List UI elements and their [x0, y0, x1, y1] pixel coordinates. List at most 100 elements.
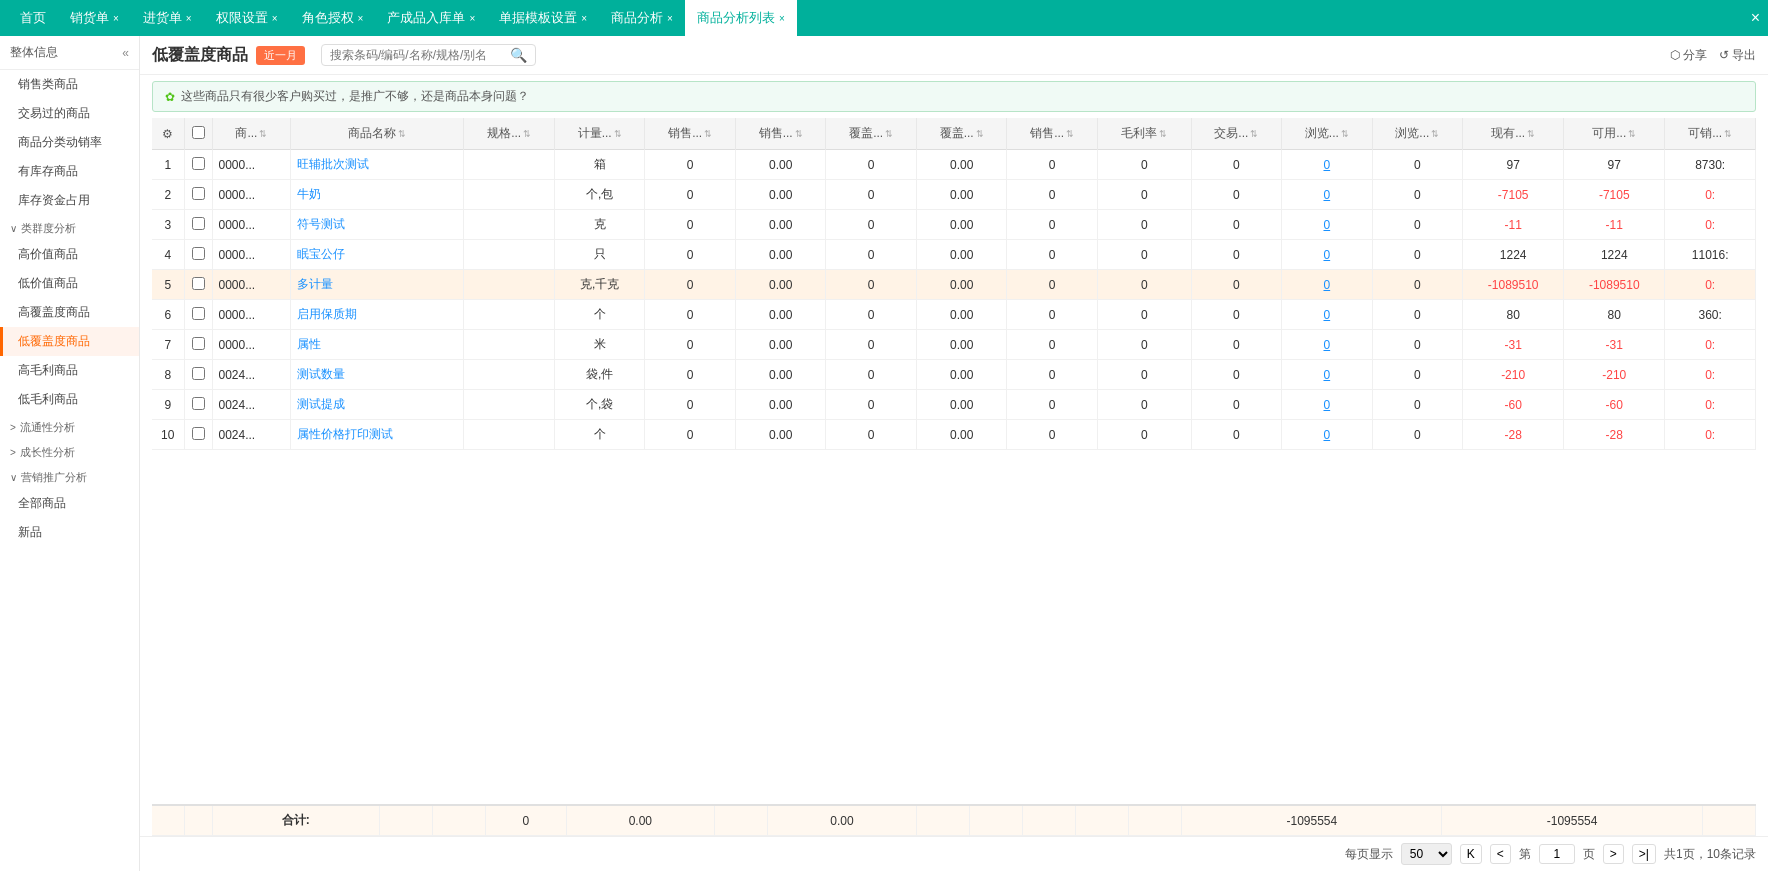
sidebar-item-traded-products[interactable]: 交易过的商品	[0, 99, 139, 128]
col-current-stock[interactable]: 现有...⇅	[1463, 118, 1564, 150]
tab-home[interactable]: 首页	[8, 0, 58, 36]
search-input[interactable]	[330, 48, 510, 62]
tab-product-analysis-list[interactable]: 商品分析列表×	[685, 0, 797, 36]
tab-sales-order[interactable]: 销货单×	[58, 0, 131, 36]
sidebar-item-stock-capital[interactable]: 库存资金占用	[0, 186, 139, 215]
row-checkbox[interactable]	[184, 240, 212, 270]
row-select-checkbox[interactable]	[192, 217, 205, 230]
close-tab-analysis[interactable]: ×	[667, 13, 673, 24]
row-select-checkbox[interactable]	[192, 367, 205, 380]
select-all-checkbox[interactable]	[192, 126, 205, 139]
close-tab-analysis-list[interactable]: ×	[779, 13, 785, 24]
tab-permissions[interactable]: 权限设置×	[204, 0, 290, 36]
row-browse1[interactable]: 0	[1282, 240, 1373, 270]
sidebar-group-cluster-analysis[interactable]: ∨ 类群度分析	[0, 215, 139, 240]
col-spec[interactable]: 规格...⇅	[464, 118, 555, 150]
row-browse1[interactable]: 0	[1282, 330, 1373, 360]
row-name[interactable]: 测试提成	[291, 390, 464, 420]
sidebar-item-stocked-products[interactable]: 有库存商品	[0, 157, 139, 186]
sidebar-item-category-rate[interactable]: 商品分类动销率	[0, 128, 139, 157]
row-select-checkbox[interactable]	[192, 397, 205, 410]
sidebar-group-marketing[interactable]: ∨ 营销推广分析	[0, 464, 139, 489]
row-browse1[interactable]: 0	[1282, 210, 1373, 240]
col-sales-amt[interactable]: 销售...⇅	[735, 118, 826, 150]
row-name[interactable]: 牛奶	[291, 180, 464, 210]
search-icon[interactable]: 🔍	[510, 47, 527, 63]
tab-product-inbound[interactable]: 产成品入库单×	[375, 0, 487, 36]
close-tab-sales[interactable]: ×	[113, 13, 119, 24]
col-trade[interactable]: 交易...⇅	[1191, 118, 1282, 150]
col-coverage1[interactable]: 覆盖...⇅	[826, 118, 917, 150]
sidebar-item-sales-products[interactable]: 销售类商品	[0, 70, 139, 99]
row-select-checkbox[interactable]	[192, 187, 205, 200]
col-settings[interactable]: ⚙	[152, 118, 184, 150]
row-checkbox[interactable]	[184, 210, 212, 240]
col-gross-margin[interactable]: 毛利率⇅	[1097, 118, 1191, 150]
sidebar-item-all-products[interactable]: 全部商品	[0, 489, 139, 518]
row-checkbox[interactable]	[184, 300, 212, 330]
page-size-select[interactable]: 50 20 100 200	[1401, 843, 1452, 865]
prev-page-button[interactable]: <	[1490, 844, 1511, 864]
tab-role-auth[interactable]: 角色授权×	[290, 0, 376, 36]
row-select-checkbox[interactable]	[192, 247, 205, 260]
next-page-button[interactable]: >	[1603, 844, 1624, 864]
row-select-checkbox[interactable]	[192, 337, 205, 350]
row-select-checkbox[interactable]	[192, 277, 205, 290]
row-checkbox[interactable]	[184, 420, 212, 450]
row-name[interactable]: 属性	[291, 330, 464, 360]
close-window-button[interactable]: ×	[1751, 9, 1760, 27]
col-sales-qty[interactable]: 销售...⇅	[645, 118, 736, 150]
export-button[interactable]: ↺ 导出	[1719, 47, 1756, 64]
row-name[interactable]: 启用保质期	[291, 300, 464, 330]
row-name[interactable]: 符号测试	[291, 210, 464, 240]
col-sales-x[interactable]: 销售...⇅	[1007, 118, 1098, 150]
tab-purchase-order[interactable]: 进货单×	[131, 0, 204, 36]
close-tab-permissions[interactable]: ×	[272, 13, 278, 24]
share-button[interactable]: ⬡ 分享	[1670, 47, 1707, 64]
sidebar-item-high-margin[interactable]: 高毛利商品	[0, 356, 139, 385]
row-name[interactable]: 旺辅批次测试	[291, 150, 464, 180]
col-code[interactable]: 商...⇅	[212, 118, 291, 150]
sidebar-item-low-margin[interactable]: 低毛利商品	[0, 385, 139, 414]
col-name[interactable]: 商品名称⇅	[291, 118, 464, 150]
row-name[interactable]: 多计量	[291, 270, 464, 300]
close-tab-inbound[interactable]: ×	[469, 13, 475, 24]
close-tab-template[interactable]: ×	[581, 13, 587, 24]
row-checkbox[interactable]	[184, 390, 212, 420]
col-coverage2[interactable]: 覆盖...⇅	[916, 118, 1007, 150]
row-checkbox[interactable]	[184, 330, 212, 360]
row-browse1[interactable]: 0	[1282, 300, 1373, 330]
row-browse1[interactable]: 0	[1282, 150, 1373, 180]
sidebar-item-new-products[interactable]: 新品	[0, 518, 139, 547]
time-filter-button[interactable]: 近一月	[256, 46, 305, 65]
row-checkbox[interactable]	[184, 180, 212, 210]
row-select-checkbox[interactable]	[192, 157, 205, 170]
tab-product-analysis[interactable]: 商品分析×	[599, 0, 685, 36]
col-available-stock[interactable]: 可用...⇅	[1564, 118, 1665, 150]
tab-template-settings[interactable]: 单据模板设置×	[487, 0, 599, 36]
row-browse1[interactable]: 0	[1282, 390, 1373, 420]
first-page-button[interactable]: K	[1460, 844, 1482, 864]
sidebar-item-high-value[interactable]: 高价值商品	[0, 240, 139, 269]
row-name[interactable]: 眠宝公仔	[291, 240, 464, 270]
sidebar-collapse-button[interactable]: «	[122, 46, 129, 60]
sidebar-item-low-coverage[interactable]: 低覆盖度商品	[0, 327, 139, 356]
row-name[interactable]: 测试数量	[291, 360, 464, 390]
sidebar-item-high-coverage[interactable]: 高覆盖度商品	[0, 298, 139, 327]
close-tab-purchase[interactable]: ×	[186, 13, 192, 24]
sidebar-group-growth[interactable]: > 成长性分析	[0, 439, 139, 464]
col-unit[interactable]: 计量...⇅	[554, 118, 645, 150]
page-number-input[interactable]	[1539, 844, 1575, 864]
close-tab-role[interactable]: ×	[358, 13, 364, 24]
row-browse1[interactable]: 0	[1282, 180, 1373, 210]
row-browse1[interactable]: 0	[1282, 420, 1373, 450]
row-name[interactable]: 属性价格打印测试	[291, 420, 464, 450]
col-browse1[interactable]: 浏览...⇅	[1282, 118, 1373, 150]
sidebar-item-low-value[interactable]: 低价值商品	[0, 269, 139, 298]
col-browse2[interactable]: 浏览...⇅	[1372, 118, 1463, 150]
col-saleable[interactable]: 可销...⇅	[1665, 118, 1756, 150]
row-browse1[interactable]: 0	[1282, 360, 1373, 390]
row-checkbox[interactable]	[184, 150, 212, 180]
row-browse1[interactable]: 0	[1282, 270, 1373, 300]
sidebar-group-liquidity[interactable]: > 流通性分析	[0, 414, 139, 439]
